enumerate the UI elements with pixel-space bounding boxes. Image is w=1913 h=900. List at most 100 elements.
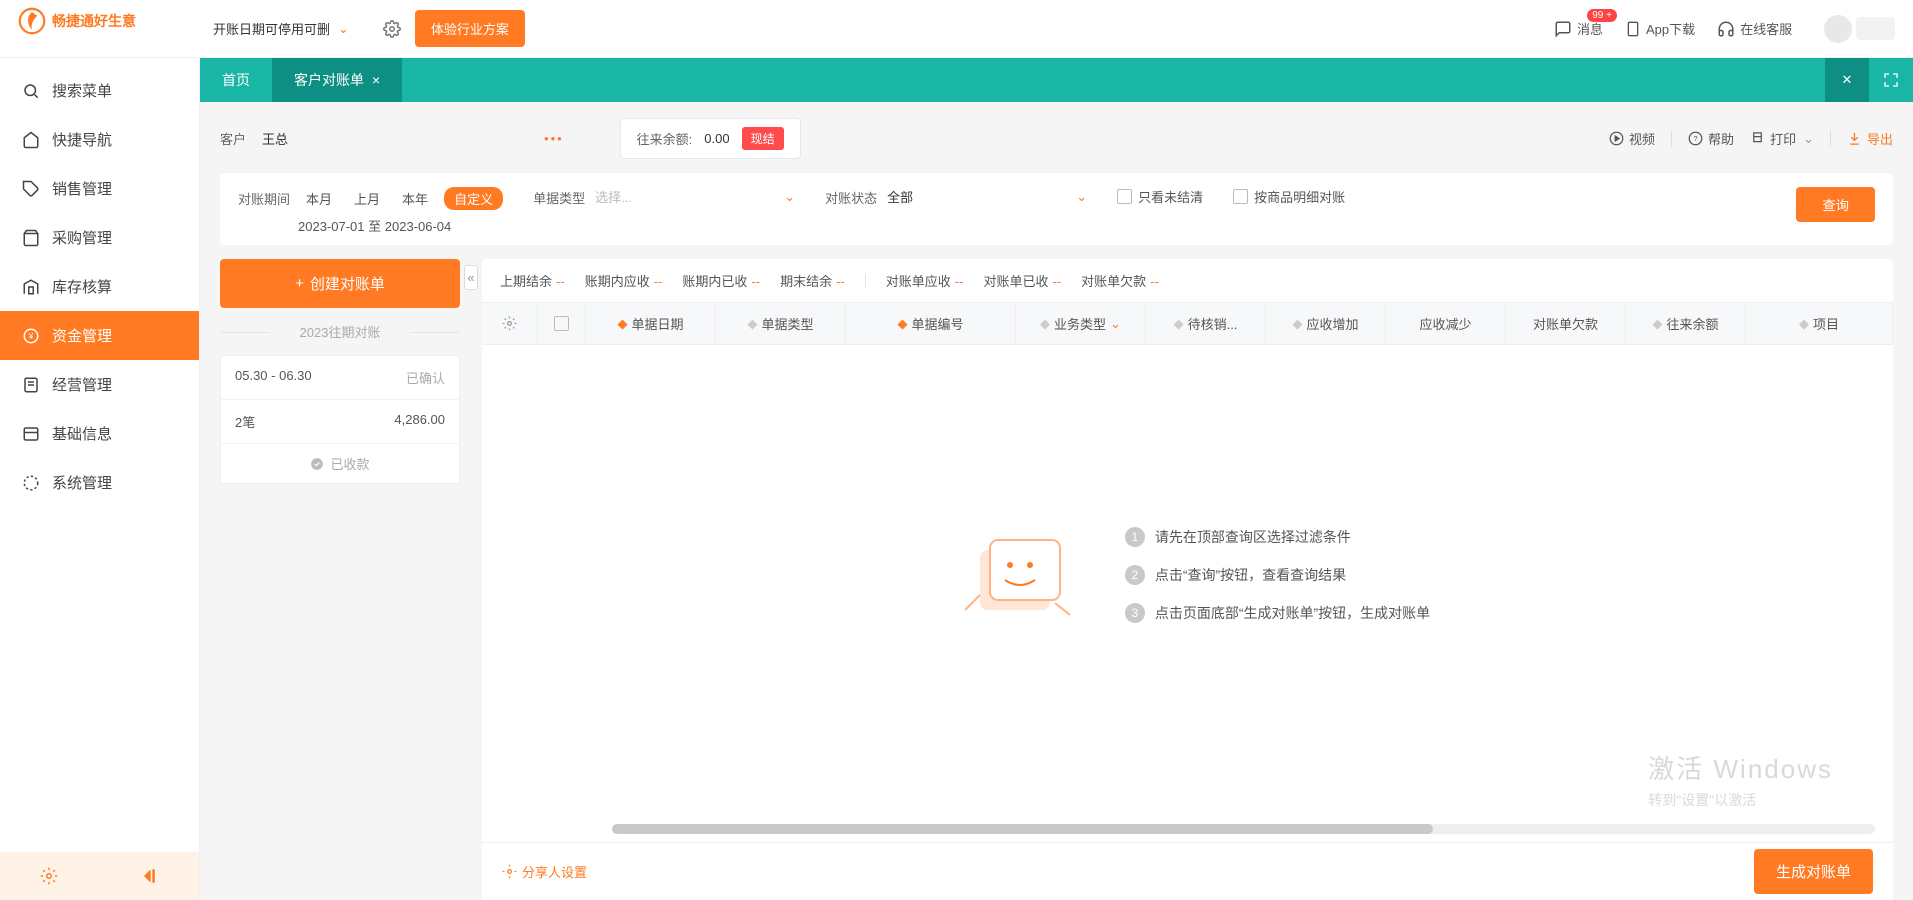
- sidebar-item-business[interactable]: 经营管理: [0, 360, 199, 409]
- header-row: 客户 王总 ••• 往来余额: 0.00 现结 视频 ?帮助 打印⌄ 导出: [220, 118, 1893, 159]
- period-tab-lastmonth[interactable]: 上月: [348, 187, 386, 210]
- only-unsettled-checkbox[interactable]: 只看未结清: [1117, 187, 1203, 206]
- column-settings-button[interactable]: [482, 303, 538, 344]
- sidebar-item-inventory[interactable]: 库存核算: [0, 262, 199, 311]
- col-doc-type[interactable]: ◆单据类型: [716, 303, 846, 344]
- logo[interactable]: 畅捷通好生意 标准版: [18, 7, 193, 51]
- sort-icon: ◆: [1292, 316, 1302, 332]
- money-icon: ¥: [22, 327, 40, 345]
- user-name-placeholder: ...: [1856, 17, 1895, 40]
- export-icon: [1847, 131, 1862, 146]
- page-footer: 分享人设置 生成对账单: [482, 842, 1893, 900]
- messages-button[interactable]: 消息 99 +: [1554, 19, 1603, 38]
- sidebar-settings-icon[interactable]: [40, 867, 58, 885]
- checkbox-icon: [554, 316, 569, 331]
- doc-type-select[interactable]: 选择...⌄: [595, 187, 795, 207]
- sort-icon: ◆: [747, 316, 757, 332]
- app-download-button[interactable]: App下载: [1625, 19, 1695, 38]
- empty-state: 1请先在顶部查询区选择过滤条件 2点击“查询”按钮，查看查询结果 3点击页面底部…: [482, 345, 1893, 824]
- tab-close-all-button[interactable]: ✕: [1825, 58, 1869, 102]
- card-footer: 已收款: [221, 443, 459, 483]
- query-button[interactable]: 查询: [1796, 187, 1875, 222]
- video-button[interactable]: 视频: [1609, 129, 1655, 148]
- balance-label: 往来余额:: [637, 129, 693, 148]
- avatar: [1824, 15, 1852, 43]
- history-card[interactable]: 05.30 - 06.30已确认 2笔4,286.00 已收款: [220, 355, 460, 484]
- industry-solution-button[interactable]: 体验行业方案: [415, 10, 525, 47]
- share-settings-button[interactable]: 分享人设置: [502, 862, 587, 881]
- gear-icon: [502, 864, 517, 879]
- help-button[interactable]: ?帮助: [1688, 129, 1734, 148]
- col-stmt-owe[interactable]: 对账单欠款: [1506, 303, 1626, 344]
- cart-icon: [22, 229, 40, 247]
- system-icon: [22, 474, 40, 492]
- col-project[interactable]: ◆项目: [1746, 303, 1893, 344]
- period-tab-year[interactable]: 本年: [396, 187, 434, 210]
- period-tab-month[interactable]: 本月: [300, 187, 338, 210]
- period-tab-custom[interactable]: 自定义: [444, 187, 503, 210]
- sidebar-item-finance[interactable]: ¥资金管理: [0, 311, 199, 360]
- card-amount: 4,286.00: [394, 412, 445, 431]
- warehouse-icon: [22, 278, 40, 296]
- sidebar-item-sales[interactable]: 销售管理: [0, 164, 199, 213]
- period-label: 对账期间: [238, 189, 290, 208]
- sort-icon: ◆: [1652, 316, 1662, 332]
- col-recv-dec[interactable]: 应收减少: [1386, 303, 1506, 344]
- select-all-checkbox[interactable]: [538, 303, 586, 344]
- logo-icon: [18, 7, 46, 35]
- close-icon[interactable]: ×: [372, 72, 380, 88]
- chevron-down-icon: ⌄: [1076, 189, 1087, 205]
- message-icon: [1554, 20, 1572, 38]
- chevron-down-icon: ⌄: [1803, 131, 1814, 147]
- tab-fullscreen-button[interactable]: [1869, 58, 1913, 102]
- sidebar-item-search[interactable]: 搜索菜单: [0, 66, 199, 115]
- print-icon: [1750, 131, 1765, 146]
- sidebar-item-quicknav[interactable]: 快捷导航: [0, 115, 199, 164]
- tab-customer-statement[interactable]: 客户对账单×: [272, 58, 402, 102]
- date-range[interactable]: 2023-07-01 至 2023-06-04: [238, 216, 503, 235]
- tab-home[interactable]: 首页: [200, 58, 272, 102]
- col-balance[interactable]: ◆往来余额: [1626, 303, 1746, 344]
- print-label: 打印: [1770, 129, 1796, 148]
- status-select[interactable]: 全部⌄: [887, 187, 1087, 207]
- top-bar: 畅捷通好生意 标准版 开账日期可停用可删 ⌄ 体验行业方案 消息 99 + Ap…: [0, 0, 1913, 58]
- check-circle-icon: [310, 457, 324, 471]
- balance-box: 往来余额: 0.00 现结: [620, 118, 801, 159]
- print-button[interactable]: 打印 ⌄: [1750, 129, 1814, 148]
- sidebar-collapse-icon[interactable]: [139, 868, 159, 884]
- sidebar-item-system[interactable]: 系统管理: [0, 458, 199, 507]
- account-book-dropdown[interactable]: 开账日期可停用可删 ⌄: [193, 19, 369, 38]
- create-statement-button[interactable]: +创建对账单: [220, 259, 460, 308]
- col-recv-inc[interactable]: ◆应收增加: [1266, 303, 1386, 344]
- history-title: 2023往期对账: [220, 322, 460, 341]
- horizontal-scrollbar[interactable]: [612, 824, 1875, 834]
- sidebar-footer: [0, 852, 199, 900]
- help-icon: ?: [1688, 131, 1703, 146]
- status-label: 对账状态: [825, 188, 877, 207]
- by-product-detail-checkbox[interactable]: 按商品明细对账: [1233, 187, 1345, 206]
- plus-icon: +: [295, 275, 304, 292]
- user-menu[interactable]: ...: [1824, 15, 1895, 43]
- headset-icon: [1717, 20, 1735, 38]
- summary-bar: 上期结余-- 账期内应收-- 账期内已收-- 期末结余-- 对账单应收-- 对账…: [482, 259, 1893, 303]
- customer-service-button[interactable]: 在线客服: [1717, 19, 1792, 38]
- sidebar-item-purchase[interactable]: 采购管理: [0, 213, 199, 262]
- col-biz-type[interactable]: ◆业务类型⌄: [1016, 303, 1146, 344]
- sidebar-item-basedata[interactable]: 基础信息: [0, 409, 199, 458]
- gear-icon: [502, 316, 517, 331]
- scrollbar-thumb[interactable]: [612, 824, 1433, 834]
- collapse-handle: «: [460, 259, 482, 900]
- settings-icon[interactable]: [383, 20, 401, 38]
- col-pending[interactable]: ◆待核销...: [1146, 303, 1266, 344]
- sort-icon: ◆: [1799, 316, 1809, 332]
- col-doc-no[interactable]: ◆单据编号: [846, 303, 1016, 344]
- collapse-left-icon[interactable]: «: [464, 265, 477, 290]
- customer-value[interactable]: 王总: [262, 129, 522, 148]
- more-icon[interactable]: •••: [544, 131, 564, 146]
- tab-bar: 首页 客户对账单× ✕: [200, 58, 1913, 102]
- generate-statement-button[interactable]: 生成对账单: [1754, 849, 1873, 894]
- col-doc-date[interactable]: ◆单据日期: [586, 303, 716, 344]
- sidebar-label: 基础信息: [52, 423, 112, 444]
- messages-badge: 99 +: [1587, 9, 1617, 22]
- export-button[interactable]: 导出: [1847, 129, 1893, 148]
